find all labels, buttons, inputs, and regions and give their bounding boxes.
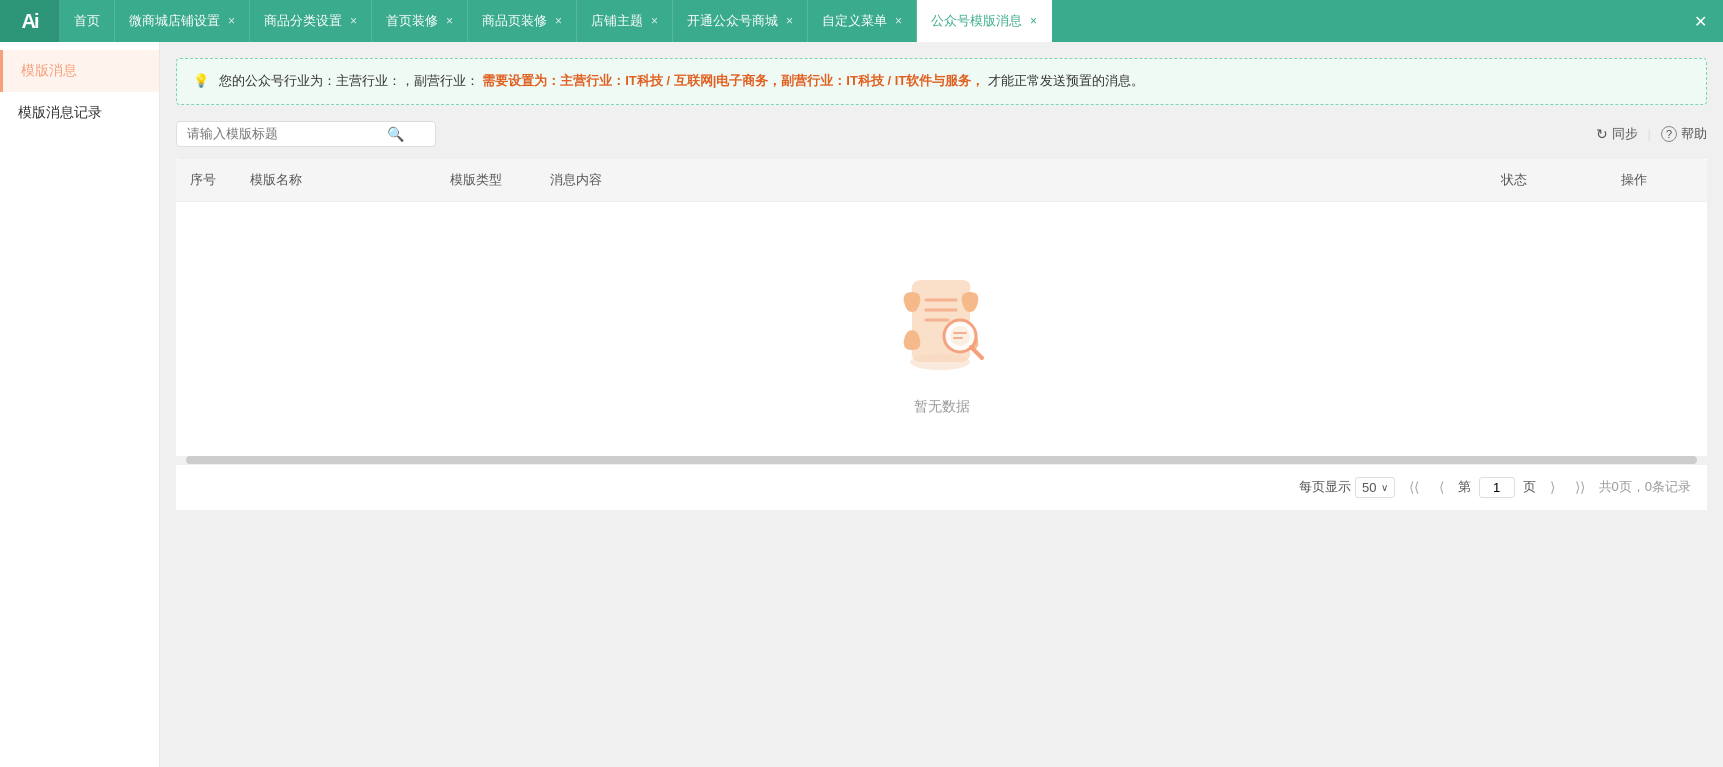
search-input[interactable] — [187, 126, 387, 141]
notice-highlight: 需要设置为：主营行业：IT科技 / 互联网|电子商务，副营行业：IT科技 / I… — [482, 73, 984, 88]
tab-close-template-msg[interactable]: × — [1030, 14, 1037, 28]
tab-label: 微商城店铺设置 — [129, 12, 220, 30]
col-name: 模版名称 — [236, 159, 436, 202]
tab-close-product-decoration[interactable]: × — [555, 14, 562, 28]
notice-icon: 💡 — [193, 73, 209, 88]
table-body: 暂无数据 — [176, 201, 1707, 456]
toolbar-divider: | — [1648, 126, 1651, 141]
tab-custom-menu[interactable]: 自定义菜单 × — [808, 0, 917, 42]
tab-close-home-decoration[interactable]: × — [446, 14, 453, 28]
table-header-row: 序号 模版名称 模版类型 消息内容 状态 操作 — [176, 159, 1707, 202]
pagination-bar: 每页显示 50 ∨ ⟨⟨ ⟨ 第 页 ⟩ ⟩⟩ 共0页，0条记录 — [176, 464, 1707, 510]
tab-home-decoration[interactable]: 首页装修 × — [372, 0, 468, 42]
search-bar: 🔍 ↻ 同步 | ? 帮助 — [176, 121, 1707, 147]
help-icon: ? — [1661, 126, 1677, 142]
tab-label: 商品分类设置 — [264, 12, 342, 30]
page-number-input[interactable] — [1479, 477, 1515, 498]
col-action: 操作 — [1607, 159, 1707, 202]
tab-label: 首页装修 — [386, 12, 438, 30]
tab-product-decoration[interactable]: 商品页装修 × — [468, 0, 577, 42]
col-status: 状态 — [1487, 159, 1607, 202]
next-page-button[interactable]: ⟩ — [1544, 477, 1561, 497]
sidebar-item-label: 模版消息记录 — [18, 104, 102, 120]
tab-close-store-theme[interactable]: × — [651, 14, 658, 28]
logo-tab: Ai — [0, 0, 60, 42]
main-layout: 模版消息 模版消息记录 💡 您的公众号行业为：主营行业：，副营行业： 需要设置为… — [0, 42, 1723, 767]
global-close-button[interactable]: ✕ — [1678, 12, 1723, 31]
page-size-label: 每页显示 — [1299, 478, 1351, 496]
notice-box: 💡 您的公众号行业为：主营行业：，副营行业： 需要设置为：主营行业：IT科技 /… — [176, 58, 1707, 105]
sync-button[interactable]: ↻ 同步 — [1596, 125, 1638, 143]
tab-open-mall[interactable]: 开通公众号商城 × — [673, 0, 808, 42]
tab-label: 公众号模版消息 — [931, 12, 1022, 30]
tab-close-custom-menu[interactable]: × — [895, 14, 902, 28]
empty-illustration — [882, 262, 1002, 382]
first-page-button[interactable]: ⟨⟨ — [1403, 477, 1425, 497]
search-icon[interactable]: 🔍 — [387, 126, 404, 142]
svg-line-6 — [971, 347, 982, 358]
page-size-box[interactable]: 50 ∨ — [1355, 477, 1394, 498]
prev-page-button[interactable]: ⟨ — [1433, 477, 1450, 497]
tab-close-open-mall[interactable]: × — [786, 14, 793, 28]
tab-label: 开通公众号商城 — [687, 12, 778, 30]
empty-text: 暂无数据 — [914, 398, 970, 416]
content-area: 💡 您的公众号行业为：主营行业：，副营行业： 需要设置为：主营行业：IT科技 /… — [160, 42, 1723, 767]
notice-prefix: 您的公众号行业为：主营行业：，副营行业： — [219, 73, 479, 88]
tab-close-weshop[interactable]: × — [228, 14, 235, 28]
scrollbar-thumb[interactable] — [186, 456, 1697, 464]
help-label: 帮助 — [1681, 125, 1707, 143]
page-label-pre: 第 — [1458, 478, 1471, 496]
horizontal-scrollbar[interactable] — [176, 456, 1707, 464]
empty-state-row: 暂无数据 — [176, 201, 1707, 456]
close-icon: ✕ — [1694, 13, 1707, 30]
sync-icon: ↻ — [1596, 126, 1608, 142]
tab-label: 店铺主题 — [591, 12, 643, 30]
table-wrap: 序号 模版名称 模版类型 消息内容 状态 操作 — [176, 159, 1707, 510]
sidebar: 模版消息 模版消息记录 — [0, 42, 160, 767]
tab-store-theme[interactable]: 店铺主题 × — [577, 0, 673, 42]
col-index: 序号 — [176, 159, 236, 202]
tab-label: 首页 — [74, 12, 100, 30]
tab-weshop-settings[interactable]: 微商城店铺设置 × — [115, 0, 250, 42]
sidebar-item-template-msg[interactable]: 模版消息 — [0, 50, 159, 92]
notice-suffix: 才能正常发送预置的消息。 — [988, 73, 1144, 88]
sidebar-item-template-msg-record[interactable]: 模版消息记录 — [0, 92, 159, 134]
help-button[interactable]: ? 帮助 — [1661, 125, 1707, 143]
svg-point-5 — [950, 326, 970, 346]
last-page-button[interactable]: ⟩⟩ — [1569, 477, 1591, 497]
logo-text: Ai — [22, 10, 38, 33]
toolbar-right: ↻ 同步 | ? 帮助 — [1596, 125, 1707, 143]
sync-label: 同步 — [1612, 125, 1638, 143]
total-info: 共0页，0条记录 — [1599, 478, 1691, 496]
tab-label: 自定义菜单 — [822, 12, 887, 30]
tab-close-product-category[interactable]: × — [350, 14, 357, 28]
col-content: 消息内容 — [536, 159, 1487, 202]
empty-state: 暂无数据 — [176, 202, 1707, 456]
page-size-value: 50 — [1362, 480, 1376, 495]
chevron-down-icon: ∨ — [1381, 482, 1388, 493]
data-table: 序号 模版名称 模版类型 消息内容 状态 操作 — [176, 159, 1707, 456]
page-size-selector: 每页显示 50 ∨ — [1299, 477, 1394, 498]
page-label-post: 页 — [1523, 478, 1536, 496]
sidebar-item-label: 模版消息 — [21, 62, 77, 78]
tab-bar: Ai 首页 微商城店铺设置 × 商品分类设置 × 首页装修 × 商品页装修 × … — [0, 0, 1723, 42]
tab-product-category[interactable]: 商品分类设置 × — [250, 0, 372, 42]
col-type: 模版类型 — [436, 159, 536, 202]
tab-template-msg[interactable]: 公众号模版消息 × — [917, 0, 1052, 42]
tab-label: 商品页装修 — [482, 12, 547, 30]
search-input-wrap: 🔍 — [176, 121, 436, 147]
tab-home[interactable]: 首页 — [60, 0, 115, 42]
